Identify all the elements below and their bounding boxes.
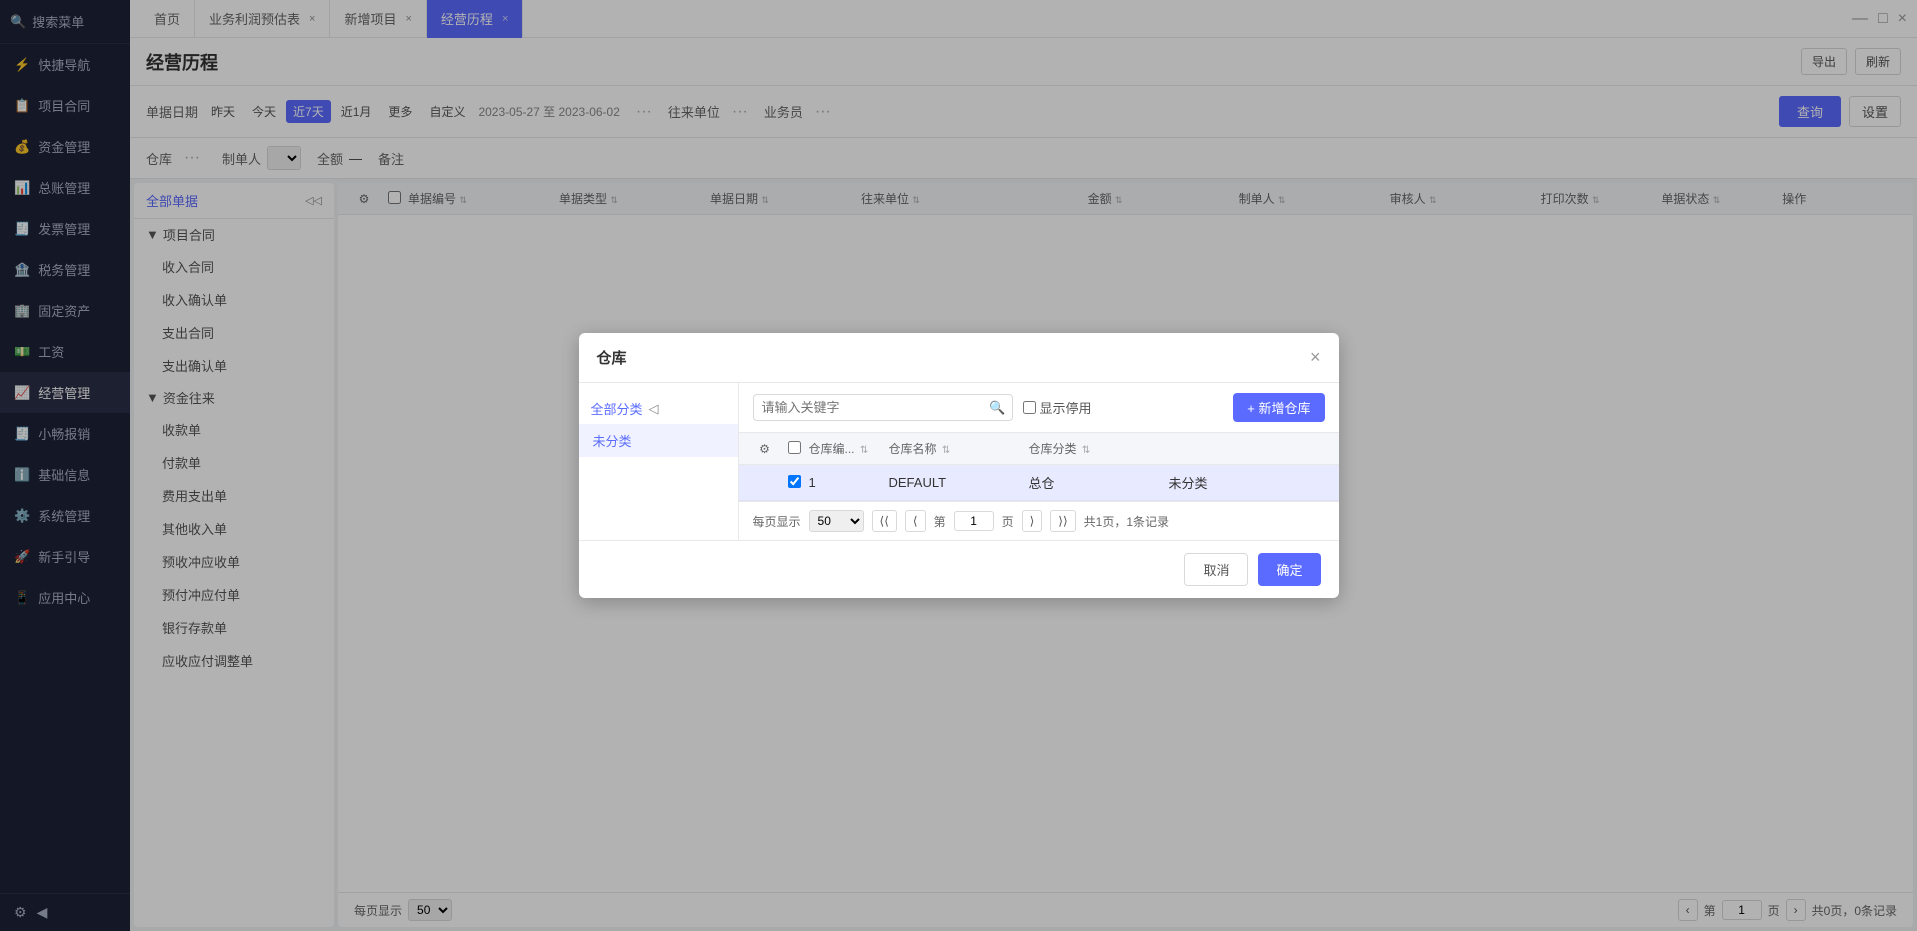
modal-col-no: 仓库编... ⇅ <box>809 440 889 457</box>
modal-close-button[interactable]: × <box>1310 347 1321 368</box>
search-icon[interactable]: 🔍 <box>989 400 1005 416</box>
row-name: 总仓 <box>1029 473 1169 492</box>
modal-title: 仓库 <box>597 347 627 368</box>
modal-table-row[interactable]: 1 DEFAULT 总仓 未分类 <box>739 465 1339 501</box>
modal-page-prev[interactable]: ⟨ <box>905 510 926 532</box>
modal-main-content: 🔍 显示停用 + 新增仓库 ⚙ <box>739 383 1339 540</box>
modal-table-header: ⚙ 仓库编... ⇅ 仓库名称 ⇅ <box>739 433 1339 465</box>
modal-pagination: 每页显示 50 ⟨⟨ ⟨ 第 页 ⟩ ⟩⟩ 共1页，1条记录 <box>739 501 1339 540</box>
modal-page-label: 第 <box>934 513 946 530</box>
modal-table-wrapper: ⚙ 仓库编... ⇅ 仓库名称 ⇅ <box>739 433 1339 501</box>
row-code: DEFAULT <box>889 475 1029 490</box>
modal-page-next[interactable]: ⟩ <box>1022 510 1043 532</box>
modal-page-unit: 页 <box>1002 513 1014 530</box>
confirm-button[interactable]: 确定 <box>1258 553 1320 586</box>
modal-page-input[interactable] <box>954 511 994 531</box>
modal-sidebar-all-label[interactable]: 全部分类 <box>591 399 643 418</box>
modal-sidebar-header: 全部分类 ◁ <box>579 393 738 424</box>
modal-page-size-label: 每页显示 <box>753 513 801 530</box>
modal-total-records: 共1页，1条记录 <box>1084 513 1169 530</box>
modal-col-gear: ⚙ <box>749 442 781 456</box>
modal-col-name: 仓库名称 ⇅ <box>889 440 1029 457</box>
modal-sidebar-items: 未分类 <box>579 424 738 457</box>
row-category: 未分类 <box>1169 473 1329 492</box>
row-checkbox[interactable] <box>788 475 801 488</box>
modal-overlay: 仓库 × 全部分类 ◁ 未分类 🔍 <box>0 0 1917 931</box>
row-no: 1 <box>809 475 889 490</box>
row-check <box>781 475 809 491</box>
modal-col-category: 仓库分类 ⇅ <box>1029 440 1329 457</box>
modal-col-check <box>781 441 809 457</box>
warehouse-search-input[interactable] <box>753 394 1013 421</box>
modal-toolbar: 🔍 显示停用 + 新增仓库 <box>739 383 1339 433</box>
col-category-sort: ⇅ <box>1082 445 1090 456</box>
col-name-sort: ⇅ <box>942 445 950 456</box>
search-wrap: 🔍 <box>753 394 1013 421</box>
modal-page-first[interactable]: ⟨⟨ <box>872 510 897 532</box>
modal-body: 全部分类 ◁ 未分类 🔍 显示停用 <box>579 383 1339 540</box>
modal-page-size-select[interactable]: 50 <box>809 510 864 532</box>
show-disabled-label[interactable]: 显示停用 <box>1023 398 1092 417</box>
warehouse-modal: 仓库 × 全部分类 ◁ 未分类 🔍 <box>579 333 1339 598</box>
modal-sidebar-item-uncategorized[interactable]: 未分类 <box>579 424 738 457</box>
modal-header: 仓库 × <box>579 333 1339 383</box>
col-no-sort: ⇅ <box>860 445 868 456</box>
modal-select-all[interactable] <box>788 441 801 454</box>
cancel-button[interactable]: 取消 <box>1184 553 1248 586</box>
modal-footer: 取消 确定 <box>579 540 1339 598</box>
modal-sidebar: 全部分类 ◁ 未分类 <box>579 383 739 540</box>
show-disabled-text: 显示停用 <box>1040 398 1092 417</box>
modal-gear-icon[interactable]: ⚙ <box>759 442 770 456</box>
show-disabled-checkbox[interactable] <box>1023 401 1036 414</box>
modal-page-last[interactable]: ⟩⟩ <box>1050 510 1075 532</box>
modal-sidebar-toggle[interactable]: ◁ <box>649 401 659 417</box>
add-warehouse-button[interactable]: + 新增仓库 <box>1233 393 1324 422</box>
